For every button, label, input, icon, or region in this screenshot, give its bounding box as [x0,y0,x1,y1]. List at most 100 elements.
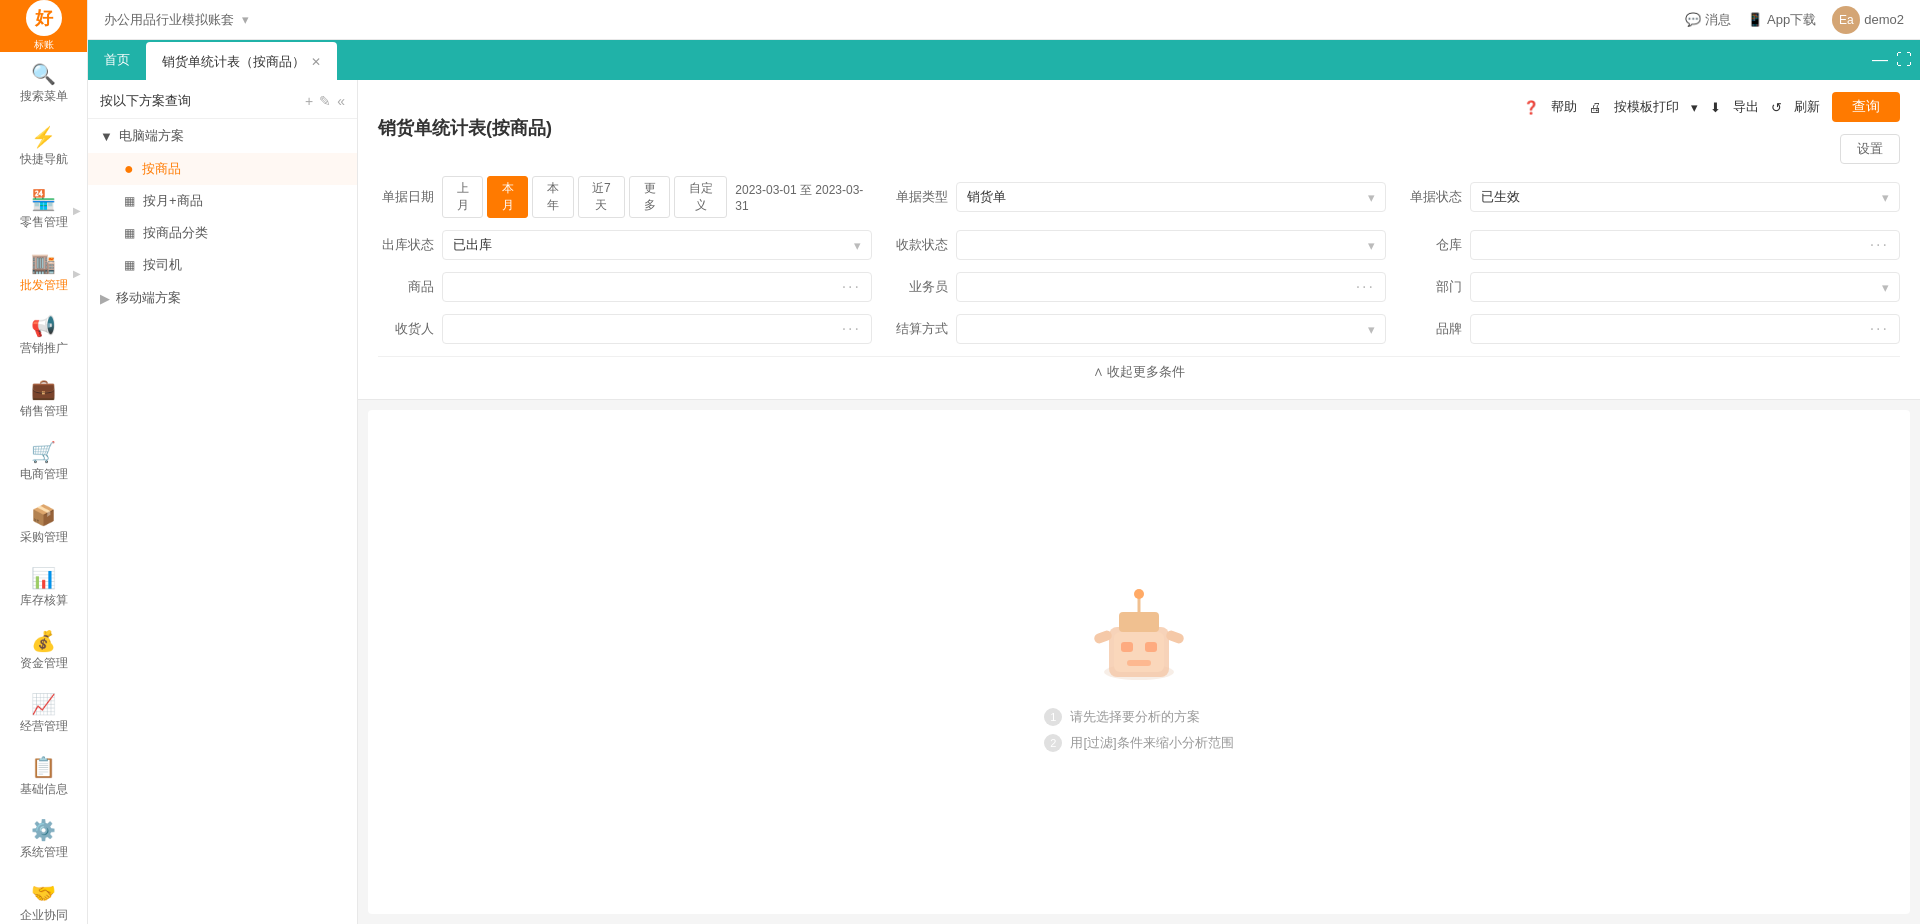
doc-type-dropdown-icon: ▾ [1368,190,1375,205]
payment-input[interactable]: ▾ [956,314,1386,344]
product-more-icon: ··· [842,278,861,296]
tree-parent-mobile[interactable]: ▶ 移动端方案 [88,281,357,315]
product-input[interactable]: ··· [442,272,872,302]
settings-button[interactable]: 设置 [1840,134,1900,164]
tab-close-icon[interactable]: ✕ [311,55,321,69]
operations-label: 经营管理 [20,718,68,735]
tip-num-2: 2 [1044,734,1062,752]
message-icon: 💬 [1685,12,1701,27]
sidebar-item-retail[interactable]: 🏪 零售管理 ▶ [0,178,87,241]
out-status-input[interactable]: 已出库 ▾ [442,230,872,260]
user-menu[interactable]: Ea demo2 [1832,6,1904,34]
doc-type-input[interactable]: 销货单 ▾ [956,182,1386,212]
tree-parent-pc[interactable]: ▼ 电脑端方案 [88,119,357,153]
doc-type-label: 单据类型 [892,188,948,206]
workspace-dropdown-icon[interactable]: ▾ [242,12,249,27]
top-actions: ❓ 帮助 🖨 按模板打印 ▾ ⬇ 导出 [1523,92,1900,122]
collapse-panel-button[interactable]: « [337,93,345,109]
tip-num-1: 1 [1044,708,1062,726]
sidebar-item-operations[interactable]: 📈 经营管理 [0,682,87,745]
tree-item-by-printer[interactable]: ▦ 按司机 [88,249,357,281]
purchase-label: 采购管理 [20,529,68,546]
svg-rect-5 [1127,660,1151,666]
filter-payment-group: 结算方式 ▾ [892,314,1386,344]
print-btn[interactable]: 🖨 按模板打印 ▾ [1589,92,1698,122]
recv-status-input[interactable]: ▾ [956,230,1386,260]
query-button[interactable]: 查询 [1832,92,1900,122]
doc-status-input[interactable]: 已生效 ▾ [1470,182,1900,212]
tree-item-category-label: 按商品分类 [143,224,208,242]
tab-minimize-icon[interactable]: — [1872,51,1888,69]
sidebar-quick-nav[interactable]: ⚡ 快捷导航 [0,115,87,178]
filter-doc-status-group: 单据状态 已生效 ▾ [1406,182,1900,212]
sidebar-item-purchase[interactable]: 📦 采购管理 [0,493,87,556]
collapse-filters-button[interactable]: ∧ 收起更多条件 [378,356,1900,387]
tab-home[interactable]: 首页 [88,40,146,80]
empty-illustration [1079,572,1199,692]
tree-item-by-product-label: 按商品 [142,160,181,178]
tree-item-month-product-icon: ▦ [124,194,135,208]
date-label: 单据日期 [378,188,434,206]
system-label: 系统管理 [20,844,68,861]
refresh-btn[interactable]: ↺ 刷新 [1771,92,1820,122]
tree-item-category-icon: ▦ [124,226,135,240]
date-7days[interactable]: 近7天 [578,176,626,218]
filter-staff-group: 业务员 ··· [892,272,1386,302]
recv-status-label: 收款状态 [892,236,948,254]
left-panel-title: 按以下方案查询 [100,92,191,110]
brand-input[interactable]: ··· [1470,314,1900,344]
brand-more-icon: ··· [1870,320,1889,338]
sidebar-item-finance[interactable]: 💰 资金管理 [0,619,87,682]
tree-item-by-category[interactable]: ▦ 按商品分类 [88,217,357,249]
purchase-icon: 📦 [31,503,56,527]
export-icon: ⬇ [1710,100,1721,115]
sidebar-item-ecommerce[interactable]: 🛒 电商管理 [0,430,87,493]
doc-type-value: 销货单 [967,188,1006,206]
print-label: 按模板打印 [1614,98,1679,116]
empty-tip-1: 1 请先选择要分析的方案 [1044,708,1233,726]
content: 按以下方案查询 + ✎ « ▼ 电脑端方案 ● 按商品 ▦ 按月+商品 [88,80,1920,924]
sidebar-item-sales[interactable]: 💼 销售管理 [0,367,87,430]
sidebar-item-system[interactable]: ⚙️ 系统管理 [0,808,87,871]
help-btn[interactable]: ❓ 帮助 [1523,92,1577,122]
recipient-label: 收货人 [378,320,434,338]
sidebar-item-wholesale[interactable]: 🏬 批发管理 ▶ [0,241,87,304]
sidebar-search[interactable]: 🔍 搜索菜单 [0,52,87,115]
edit-scheme-button[interactable]: ✎ [319,93,331,109]
tree-item-printer-icon: ▦ [124,258,135,272]
doc-status-label: 单据状态 [1406,188,1462,206]
tab-sales-stat-label: 销货单统计表（按商品） [162,53,305,71]
date-filter: 上月 本月 本年 近7天 更多 自定义 2023-03-01 至 2023-03… [442,176,872,218]
export-btn[interactable]: ⬇ 导出 [1710,92,1759,122]
filter-doc-type-group: 单据类型 销货单 ▾ [892,182,1386,212]
tab-sales-stat[interactable]: 销货单统计表（按商品） ✕ [146,42,337,82]
sidebar-item-marketing[interactable]: 📢 营销推广 [0,304,87,367]
tree-item-by-month-product[interactable]: ▦ 按月+商品 [88,185,357,217]
dept-input[interactable]: ▾ [1470,272,1900,302]
date-more[interactable]: 更多 [629,176,670,218]
add-scheme-button[interactable]: + [305,93,313,109]
right-panel: 销货单统计表(按商品) ❓ 帮助 🖨 按模板打印 [358,80,1920,924]
avatar-text: Ea [1839,13,1854,27]
app-download-button[interactable]: 📱 App下载 [1747,11,1816,29]
date-this-year[interactable]: 本年 [532,176,573,218]
avatar: Ea [1832,6,1860,34]
sidebar-item-enterprise[interactable]: 🤝 企业协同 [0,871,87,924]
staff-input[interactable]: ··· [956,272,1386,302]
date-custom[interactable]: 自定义 [674,176,727,218]
sidebar-item-inventory[interactable]: 📊 库存核算 [0,556,87,619]
tab-maximize-icon[interactable]: ⛶ [1896,51,1912,69]
message-button[interactable]: 💬 消息 [1685,11,1731,29]
recipient-input[interactable]: ··· [442,314,872,344]
sidebar-item-basic[interactable]: 📋 基础信息 [0,745,87,808]
tree-item-by-product[interactable]: ● 按商品 [88,153,357,185]
date-last-month[interactable]: 上月 [442,176,483,218]
filter-dept-group: 部门 ▾ [1406,272,1900,302]
wholesale-label: 批发管理 [20,277,68,294]
warehouse-input[interactable]: ··· [1470,230,1900,260]
out-status-dropdown-icon: ▾ [854,238,861,253]
retail-icon: 🏪 [31,188,56,212]
date-this-month[interactable]: 本月 [487,176,528,218]
app-logo: 好 标账 [0,0,88,52]
quick-nav-label: 快捷导航 [20,151,68,168]
